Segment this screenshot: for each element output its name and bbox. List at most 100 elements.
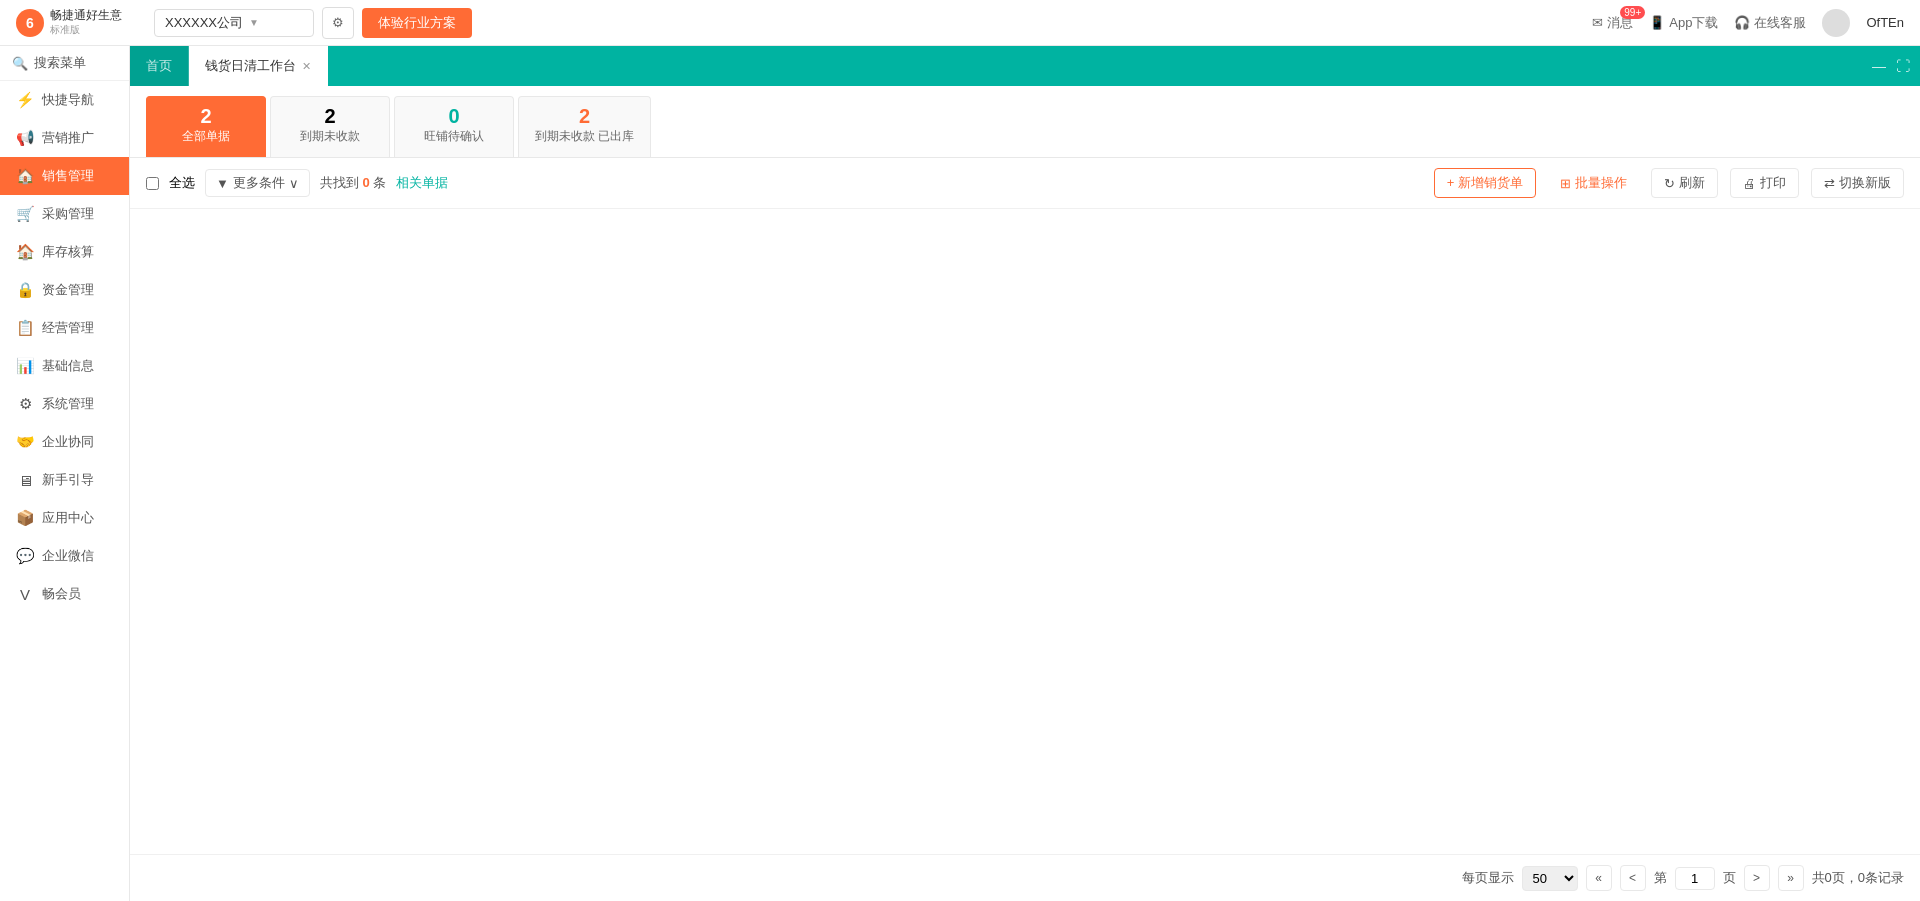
tab-close-icon[interactable]: ✕ <box>302 60 311 73</box>
prev-page-button[interactable]: < <box>1620 865 1646 891</box>
app-name: 畅捷通好生意 <box>50 8 122 24</box>
online-service-button[interactable]: 🎧 在线客服 <box>1734 14 1806 32</box>
cooperation-icon: 🤝 <box>16 433 34 451</box>
sidebar-item-label: 经营管理 <box>42 319 94 337</box>
trial-button[interactable]: 体验行业方案 <box>362 8 472 38</box>
last-page-button[interactable]: » <box>1778 865 1804 891</box>
username[interactable]: OfTEn <box>1866 15 1904 30</box>
sidebar-item-basic-info[interactable]: 📊 基础信息 <box>0 347 129 385</box>
sidebar-search[interactable]: 🔍 搜索菜单 <box>0 46 129 81</box>
sidebar-item-member[interactable]: V 畅会员 <box>0 575 129 613</box>
related-link[interactable]: 相关单据 <box>396 174 448 192</box>
tab-home[interactable]: 首页 <box>130 46 189 86</box>
sidebar-item-cooperation[interactable]: 🤝 企业协同 <box>0 423 129 461</box>
print-label: 打印 <box>1760 174 1786 192</box>
sidebar-item-quick-nav[interactable]: ⚡ 快捷导航 <box>0 81 129 119</box>
tab-expand-icon[interactable]: ⛶ <box>1896 58 1910 74</box>
avatar[interactable] <box>1822 9 1850 37</box>
sidebar-item-marketing[interactable]: 📢 营销推广 <box>0 119 129 157</box>
next-page-button[interactable]: > <box>1744 865 1770 891</box>
print-button[interactable]: 🖨 打印 <box>1730 168 1799 198</box>
company-dropdown-arrow: ▼ <box>249 17 259 28</box>
main-content: 2 全部单据 2 到期未收款 0 旺铺待确认 2 到期未收款 已出库 全选 <box>130 86 1920 901</box>
sidebar-item-label: 应用中心 <box>42 509 94 527</box>
table-area <box>130 209 1920 854</box>
settings-button[interactable]: ⚙ <box>322 7 354 39</box>
first-page-button[interactable]: « <box>1586 865 1612 891</box>
basic-info-icon: 📊 <box>16 357 34 375</box>
found-text: 共找到 0 条 <box>320 174 386 192</box>
filter-icon: ▼ <box>216 176 229 191</box>
batch-operation-button[interactable]: ⊞ 批量操作 <box>1548 169 1639 197</box>
sales-icon: 🏠 <box>16 167 34 185</box>
message-badge: 99+ <box>1620 6 1645 19</box>
purchase-icon: 🛒 <box>16 205 34 223</box>
tab-minimize-icon[interactable]: — <box>1872 58 1886 74</box>
wechat-icon: 💬 <box>16 547 34 565</box>
page-word: 页 <box>1723 869 1736 887</box>
logo-area: 6 畅捷通好生意 标准版 <box>16 8 146 38</box>
app-version: 标准版 <box>50 23 122 37</box>
toolbar: 全选 ▼ 更多条件 ∨ 共找到 0 条 相关单据 + 新增销货单 ⊞ 批量操作 <box>130 158 1920 209</box>
stat-tab-shipped[interactable]: 2 到期未收款 已出库 <box>518 96 651 157</box>
app-download-button[interactable]: 📱 App下载 <box>1649 14 1718 32</box>
found-unit: 条 <box>373 175 386 190</box>
tab-cashflow[interactable]: 钱货日清工作台 ✕ <box>189 46 328 86</box>
company-selector[interactable]: XXXXXX公司 ▼ <box>154 9 314 37</box>
print-icon: 🖨 <box>1743 176 1756 191</box>
stat-label-shipped: 到期未收款 已出库 <box>535 129 634 143</box>
stat-count-pending: 0 <box>411 105 497 128</box>
sidebar-item-inventory[interactable]: 🏠 库存核算 <box>0 233 129 271</box>
found-count: 0 <box>363 175 370 190</box>
page-size-select[interactable]: 50 20 100 <box>1522 866 1578 891</box>
nav-tab-actions: — ⛶ <box>1872 58 1920 74</box>
page-input[interactable] <box>1675 867 1715 890</box>
filter-arrow: ∨ <box>289 176 299 191</box>
operations-icon: 📋 <box>16 319 34 337</box>
switch-icon: ⇄ <box>1824 176 1835 191</box>
member-icon: V <box>16 586 34 603</box>
add-sales-button[interactable]: + 新增销货单 <box>1434 168 1536 198</box>
app-icon: 📱 <box>1649 15 1665 30</box>
app-label: App下载 <box>1669 14 1718 32</box>
sidebar-item-purchase[interactable]: 🛒 采购管理 <box>0 195 129 233</box>
sidebar-item-sales[interactable]: 🏠 销售管理 <box>0 157 129 195</box>
top-header: 6 畅捷通好生意 标准版 XXXXXX公司 ▼ ⚙ 体验行业方案 ✉ 消息 99… <box>0 0 1920 46</box>
header-left: 6 畅捷通好生意 标准版 XXXXXX公司 ▼ ⚙ 体验行业方案 <box>16 7 472 39</box>
sidebar-item-label: 营销推广 <box>42 129 94 147</box>
sidebar-item-wechat[interactable]: 💬 企业微信 <box>0 537 129 575</box>
stat-tab-pending[interactable]: 0 旺铺待确认 <box>394 96 514 157</box>
tab-home-label: 首页 <box>146 57 172 75</box>
stat-tab-all[interactable]: 2 全部单据 <box>146 96 266 157</box>
sidebar-item-guide[interactable]: 🖥 新手引导 <box>0 461 129 499</box>
refresh-button[interactable]: ↻ 刷新 <box>1651 168 1718 198</box>
sidebar-item-label: 资金管理 <box>42 281 94 299</box>
stat-label-all: 全部单据 <box>182 129 230 143</box>
batch-icon: ⊞ <box>1560 176 1571 191</box>
sidebar-item-system[interactable]: ⚙ 系统管理 <box>0 385 129 423</box>
switch-version-button[interactable]: ⇄ 切换新版 <box>1811 168 1904 198</box>
found-prefix: 共找到 <box>320 175 359 190</box>
toolbar-right: + 新增销货单 ⊞ 批量操作 ↻ 刷新 🖨 打印 ⇄ 切换新版 <box>1434 168 1904 198</box>
stat-count-shipped: 2 <box>535 105 634 128</box>
finance-icon: 🔒 <box>16 281 34 299</box>
select-all-checkbox[interactable] <box>146 177 159 190</box>
filter-label: 更多条件 <box>233 174 285 192</box>
filter-button[interactable]: ▼ 更多条件 ∨ <box>205 169 310 197</box>
sidebar-item-label: 快捷导航 <box>42 91 94 109</box>
sidebar-item-app-center[interactable]: 📦 应用中心 <box>0 499 129 537</box>
sidebar-item-label: 畅会员 <box>42 585 81 603</box>
service-icon: 🎧 <box>1734 15 1750 30</box>
sidebar-item-label: 系统管理 <box>42 395 94 413</box>
page-word-first: 第 <box>1654 869 1667 887</box>
stat-tab-overdue[interactable]: 2 到期未收款 <box>270 96 390 157</box>
message-icon: ✉ <box>1592 15 1603 30</box>
service-label: 在线客服 <box>1754 14 1806 32</box>
sidebar-item-operations[interactable]: 📋 经营管理 <box>0 309 129 347</box>
refresh-icon: ↻ <box>1664 176 1675 191</box>
stat-count-all: 2 <box>163 105 249 128</box>
message-button[interactable]: ✉ 消息 99+ <box>1592 14 1633 32</box>
select-all-label: 全选 <box>169 174 195 192</box>
app-center-icon: 📦 <box>16 509 34 527</box>
sidebar-item-finance[interactable]: 🔒 资金管理 <box>0 271 129 309</box>
